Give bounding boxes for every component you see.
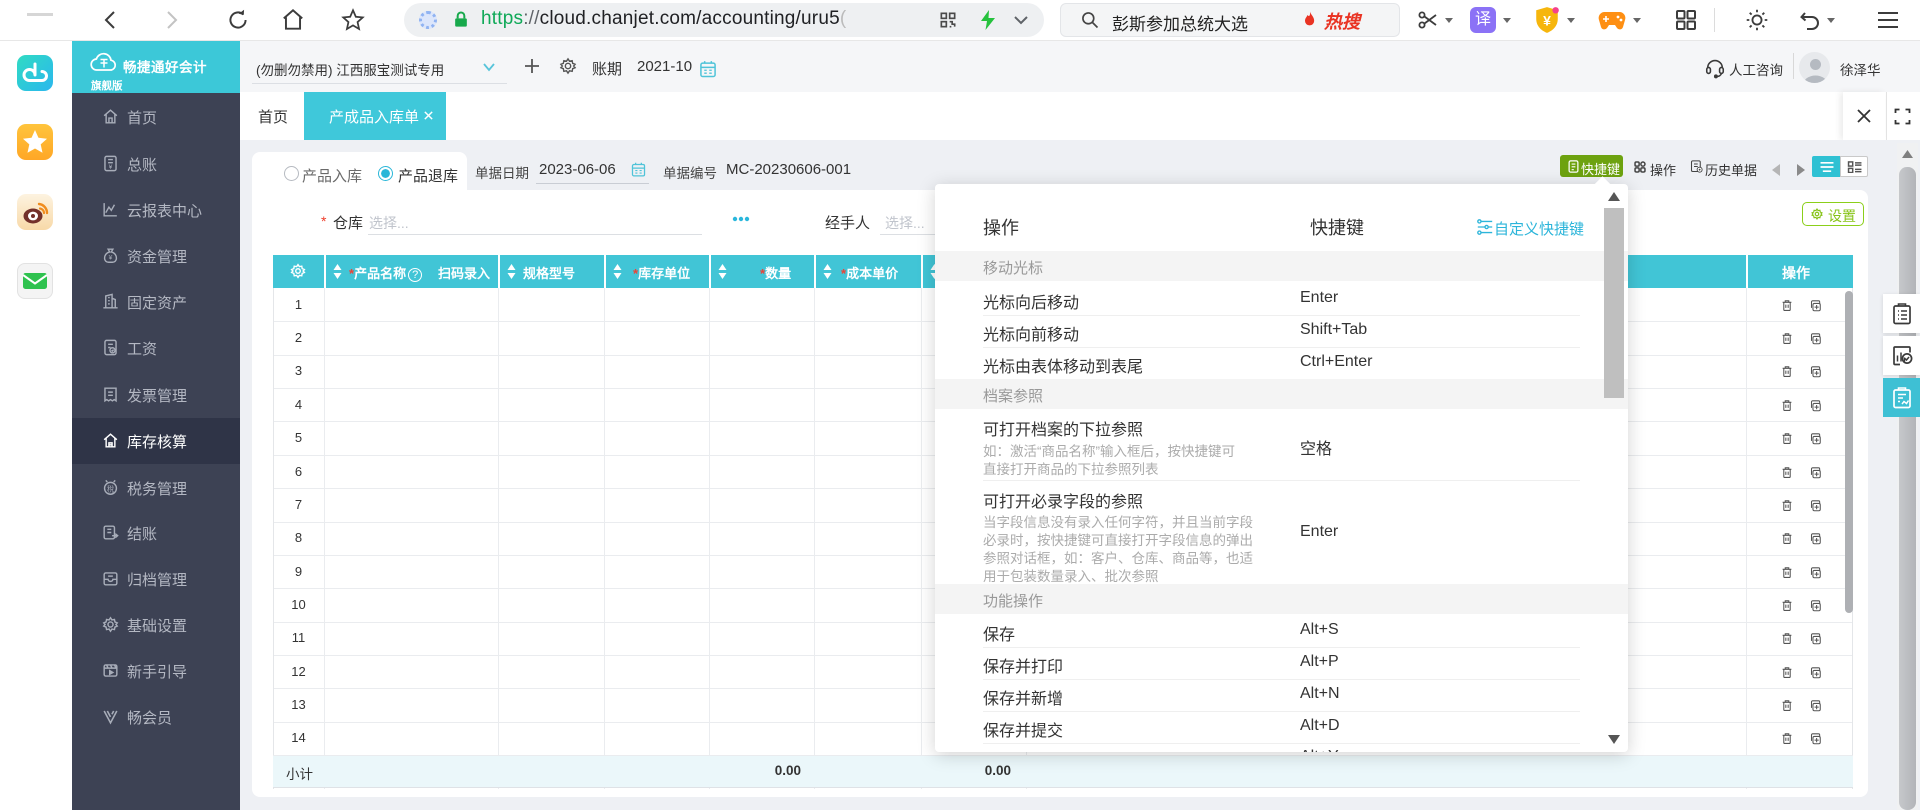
svg-text:稅: 稅 [107, 484, 114, 493]
svg-text:¥: ¥ [109, 254, 113, 261]
svg-text:¥: ¥ [109, 164, 113, 171]
svg-text:¥: ¥ [1543, 12, 1551, 28]
